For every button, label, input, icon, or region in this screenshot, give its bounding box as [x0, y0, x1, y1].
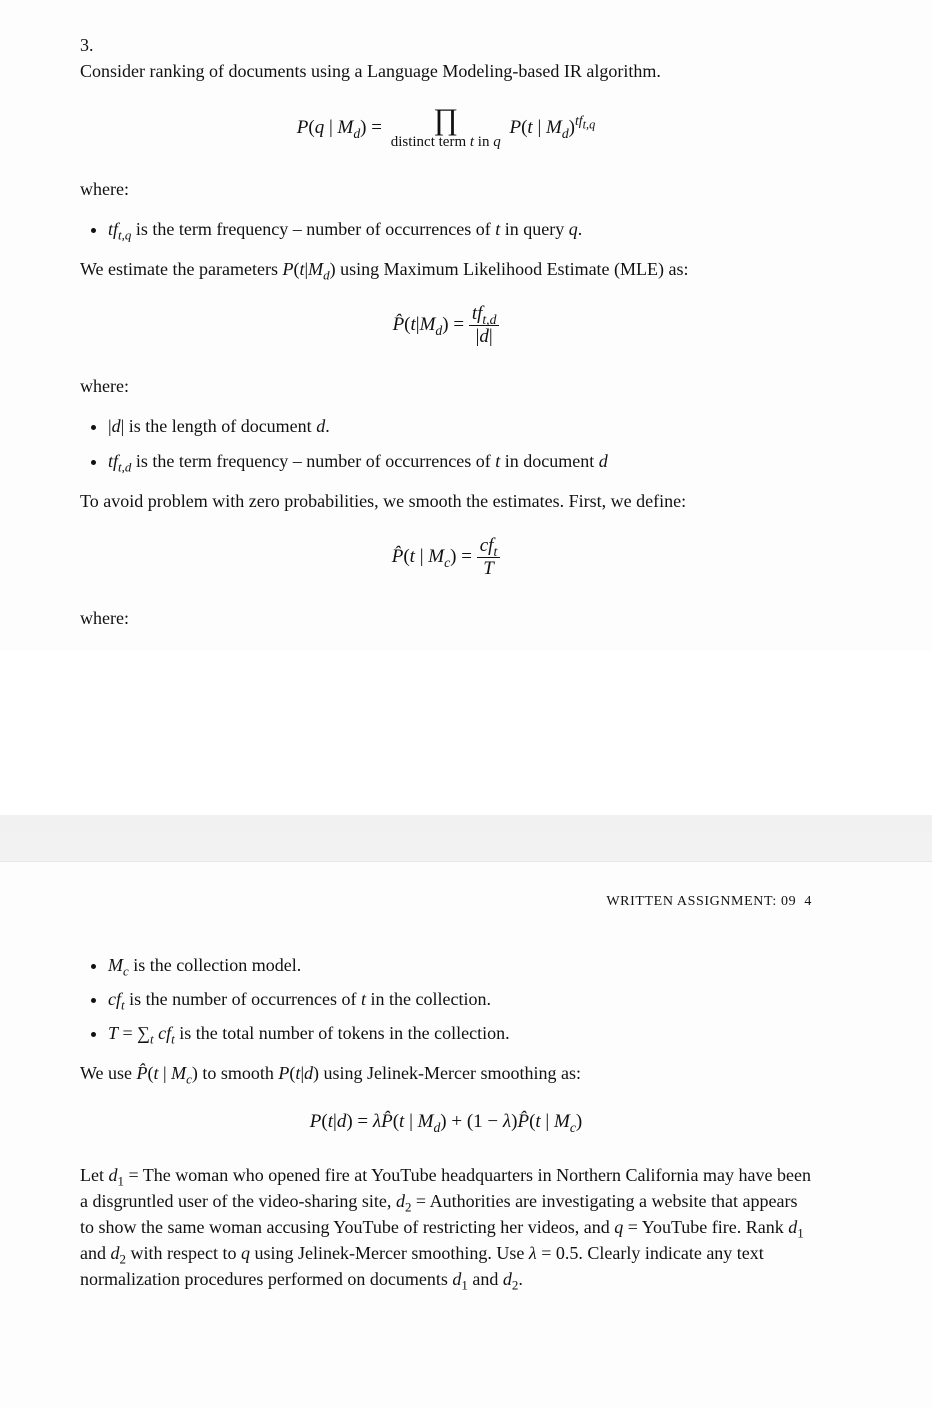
running-header-text: WRITTEN ASSIGNMENT: 09 4 [606, 894, 812, 909]
equation-2: P̂(t|Md) = tft,d |d| [80, 304, 812, 347]
product-subscript: distinct term t in q [391, 135, 501, 150]
eq2-lhs: P̂(t|Md) = [393, 314, 465, 335]
equation-3: P̂(t | Mc) = cft T [80, 536, 812, 579]
equation-4: P(t|d) = λP̂(t | Md) + (1 − λ)P̂(t | Mc) [80, 1108, 812, 1136]
list-item: tft,q is the term frequency – number of … [108, 216, 812, 242]
definition-list-1: tft,q is the term frequency – number of … [80, 216, 812, 242]
smoothing-intro: To avoid problem with zero probabilities… [80, 488, 812, 514]
eq3-denominator: T [477, 558, 501, 579]
eq3-lhs: P̂(t | Mc) = [392, 546, 472, 567]
definition-list-2: |d| is the length of document d. tft,d i… [80, 413, 812, 473]
question-intro: Consider ranking of documents using a La… [80, 58, 784, 84]
question-number: 3. [80, 32, 104, 58]
eq3-fraction: cft T [477, 536, 501, 579]
list-item: tft,d is the term frequency – number of … [108, 448, 812, 474]
task-paragraph: Let d1 = The woman who opened fire at Yo… [80, 1162, 812, 1292]
list-item: Mc is the collection model. [108, 952, 812, 978]
eq2-denominator: |d| [469, 326, 500, 347]
where-label-2: where: [80, 373, 812, 399]
where-label-3: where: [80, 605, 812, 631]
eq1-lhs: P(q | Md) = [297, 117, 382, 138]
list-item: |d| is the length of document d. [108, 413, 812, 439]
product-symbol: ∏ [391, 106, 501, 133]
product-operator: ∏ distinct term t in q [391, 106, 501, 150]
eq2-fraction: tft,d |d| [469, 304, 500, 347]
definition-list-3: Mc is the collection model. cft is the n… [80, 952, 812, 1046]
eq2-numerator: tft,d [469, 304, 500, 326]
where-label-1: where: [80, 176, 812, 202]
list-item: cft is the number of occurrences of t in… [108, 986, 812, 1012]
eq3-numerator: cft [477, 536, 501, 558]
eq1-rhs: P(t | Md)tft,q [509, 117, 595, 138]
jm-intro: We use P̂(t | Mc) to smooth P(t|d) using… [80, 1060, 812, 1086]
running-header: WRITTEN ASSIGNMENT: 09 4 [80, 892, 812, 912]
page-break [0, 651, 932, 862]
mle-intro: We estimate the parameters P(t|Md) using… [80, 256, 812, 282]
document-page: 3. Consider ranking of documents using a… [0, 0, 932, 1346]
equation-1: P(q | Md) = ∏ distinct term t in q P(t |… [80, 106, 812, 150]
list-item: T = ∑t cft is the total number of tokens… [108, 1020, 812, 1046]
question-block: 3. Consider ranking of documents using a… [80, 32, 812, 84]
